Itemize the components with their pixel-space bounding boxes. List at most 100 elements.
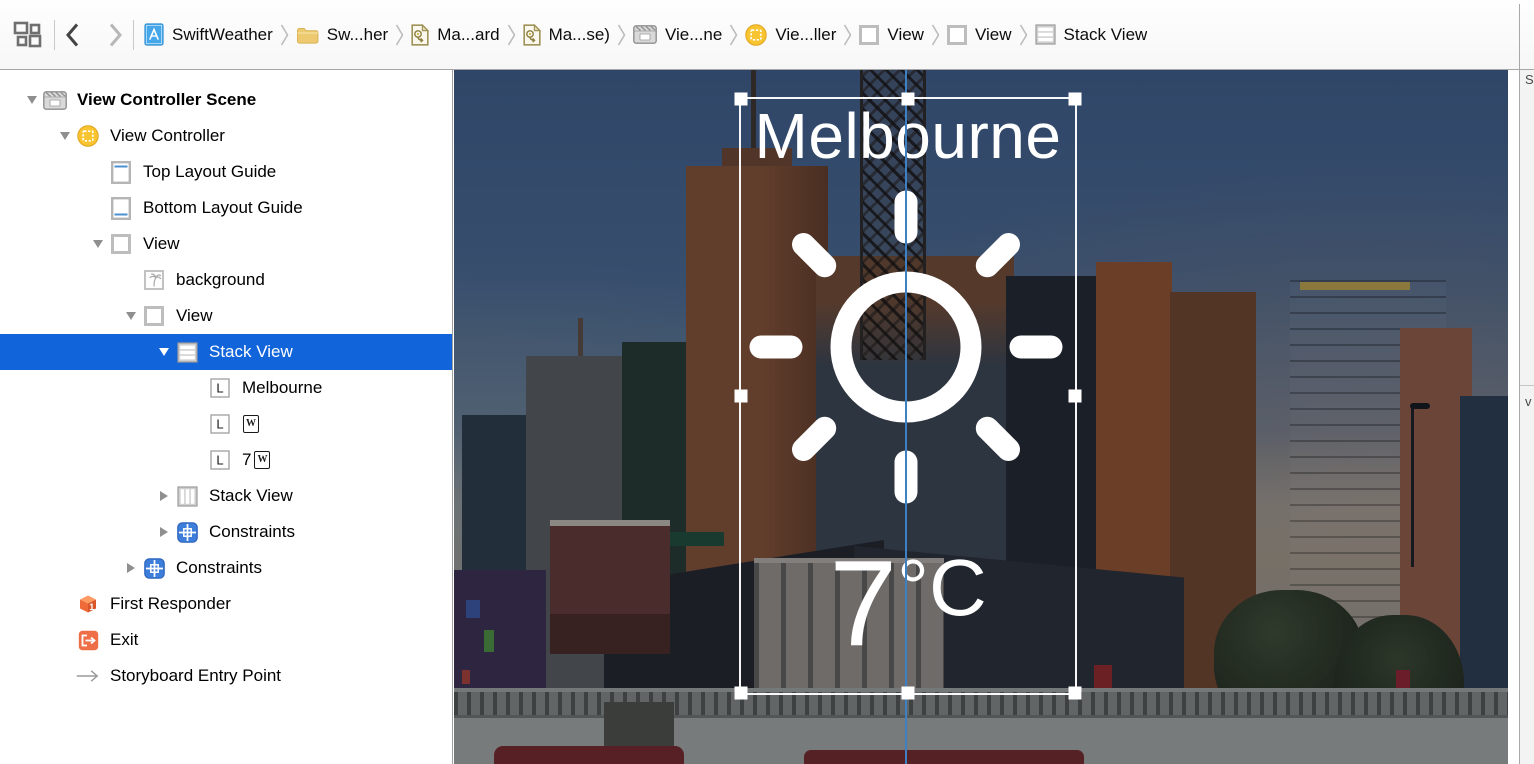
missing-glyph-box: W [243, 415, 259, 433]
breadcrumb-item-view[interactable]: View [859, 24, 924, 45]
outline-row-view-controller-scene[interactable]: View Controller Scene [0, 82, 452, 118]
breadcrumb-label: SwiftWeather [172, 24, 273, 44]
view-controller-icon [745, 23, 768, 46]
first-responder-icon: 1 [76, 592, 100, 616]
storyboard-icon [411, 23, 430, 46]
breadcrumb-label: Stack View [1063, 24, 1148, 44]
outline-row-bottom-layout-guide[interactable]: Bottom Layout Guide [0, 190, 452, 226]
disclosure-triangle[interactable] [23, 96, 41, 104]
label-icon: L [208, 412, 232, 436]
disclosure-triangle[interactable] [122, 563, 140, 573]
storyboard-icon [522, 23, 541, 46]
outline-row-label: 7 [242, 450, 252, 469]
selection-handle[interactable] [734, 686, 748, 700]
outline-row-label: View [143, 234, 180, 253]
breadcrumb-label: Ma...ard [437, 24, 500, 44]
breadcrumb-separator-icon [507, 22, 516, 48]
outline-row-label: Melbourne [242, 378, 323, 397]
image-view-icon [142, 268, 166, 292]
outline-row-stack-view[interactable]: Stack View [0, 334, 452, 370]
related-items-grid-icon[interactable] [12, 19, 44, 51]
outline-row-label: Stack View [209, 486, 293, 505]
breadcrumb-label: View [974, 24, 1012, 44]
canvas-background-image[interactable]: Melbourne 7 °C [454, 70, 1508, 764]
top-layout-guide-icon [109, 160, 133, 184]
document-outline: View Controller Scene View Controller Top … [0, 70, 453, 764]
view-icon [142, 304, 166, 328]
outline-row-label: View Controller Scene [77, 90, 257, 109]
breadcrumb-separator-icon [395, 22, 404, 48]
outline-row-7[interactable]: L 7W [0, 442, 452, 478]
outline-row-view[interactable]: View [0, 298, 452, 334]
stack-vertical-icon [1034, 24, 1056, 45]
chevron-left-icon[interactable] [65, 22, 80, 48]
selection-handle[interactable] [1068, 92, 1082, 106]
breadcrumb-item-ma-ard[interactable]: Ma...ard [411, 23, 500, 46]
selection-handle[interactable] [1068, 686, 1082, 700]
outline-row-label: Top Layout Guide [143, 162, 277, 181]
outline-row-top-layout-guide[interactable]: Top Layout Guide [0, 154, 452, 190]
outline-row-stack-view[interactable]: Stack View [0, 478, 452, 514]
exit-icon [76, 628, 100, 652]
outline-row-exit[interactable]: Exit [0, 622, 452, 658]
breadcrumb-separator-icon [1019, 22, 1028, 48]
label-icon: L [208, 376, 232, 400]
disclosure-triangle[interactable] [56, 132, 74, 140]
breadcrumb-label: Vie...ller [775, 24, 837, 44]
outline-row-label: background [176, 270, 265, 289]
breadcrumb-separator-icon [617, 22, 626, 48]
selection-handle[interactable] [1068, 389, 1082, 403]
view-icon [946, 24, 967, 45]
app-icon [144, 23, 164, 46]
outline-row-label[interactable]: LW [0, 406, 452, 442]
breadcrumb-item-view[interactable]: View [946, 24, 1012, 45]
svg-text:L: L [216, 381, 223, 396]
panel-text-fragment: v [1525, 394, 1532, 409]
panel-text-fragment: S [1525, 72, 1534, 87]
disclosure-triangle[interactable] [155, 348, 173, 356]
breadcrumb-label: Vie...ne [664, 24, 723, 44]
disclosure-triangle[interactable] [89, 240, 107, 248]
selection-handle[interactable] [734, 92, 748, 106]
label-icon: L [208, 448, 232, 472]
breadcrumb-item-stack-view[interactable]: Stack View [1034, 24, 1148, 45]
chevron-right-icon[interactable] [108, 22, 123, 48]
selection-rectangle[interactable] [734, 92, 1082, 700]
constraints-icon [175, 520, 199, 544]
toolbar-divider [54, 19, 55, 50]
outline-row-view[interactable]: View [0, 226, 452, 262]
breadcrumb-item-vie-ller[interactable]: Vie...ller [745, 23, 837, 46]
outline-row-view-controller[interactable]: View Controller [0, 118, 452, 154]
disclosure-triangle[interactable] [122, 312, 140, 320]
breadcrumb-separator-icon [280, 22, 289, 48]
breadcrumb-item-vie-ne[interactable]: Vie...ne [633, 25, 722, 45]
disclosure-triangle[interactable] [155, 491, 173, 501]
selection-handle[interactable] [901, 92, 915, 106]
outline-row-first-responder[interactable]: 1 First Responder [0, 586, 452, 622]
outline-row-label: Constraints [209, 522, 295, 541]
outline-row-constraints[interactable]: Constraints [0, 550, 452, 586]
svg-text:L: L [216, 417, 223, 432]
selection-handle[interactable] [734, 389, 748, 403]
outline-row-label: View Controller [110, 126, 225, 145]
panel-section-divider [1520, 385, 1534, 386]
toolbar-divider [133, 19, 134, 50]
panel-divider[interactable] [1519, 4, 1520, 764]
selection-handle[interactable] [901, 686, 915, 700]
jump-bar: SwiftWeather Sw...her Ma...ard Ma...se) Vie.… [0, 0, 1534, 70]
outline-row-label: Storyboard Entry Point [110, 666, 282, 685]
breadcrumb-label: View [887, 24, 924, 44]
stack-vertical-icon [175, 340, 199, 364]
outline-row-label: View [176, 306, 213, 325]
breadcrumb-item-ma-se[interactable]: Ma...se) [522, 23, 610, 46]
outline-row-storyboard-entry-point[interactable]: Storyboard Entry Point [0, 658, 452, 694]
svg-text:L: L [216, 453, 223, 468]
breadcrumb-item-sw-her[interactable]: Sw...her [296, 25, 388, 45]
outline-row-background[interactable]: background [0, 262, 452, 298]
scene-icon [43, 88, 67, 112]
outline-row-constraints[interactable]: Constraints [0, 514, 452, 550]
breadcrumb-item-swiftweather[interactable]: SwiftWeather [144, 23, 273, 46]
outline-row-melbourne[interactable]: L Melbourne [0, 370, 452, 406]
breadcrumb-separator-icon [843, 22, 852, 48]
disclosure-triangle[interactable] [155, 527, 173, 537]
